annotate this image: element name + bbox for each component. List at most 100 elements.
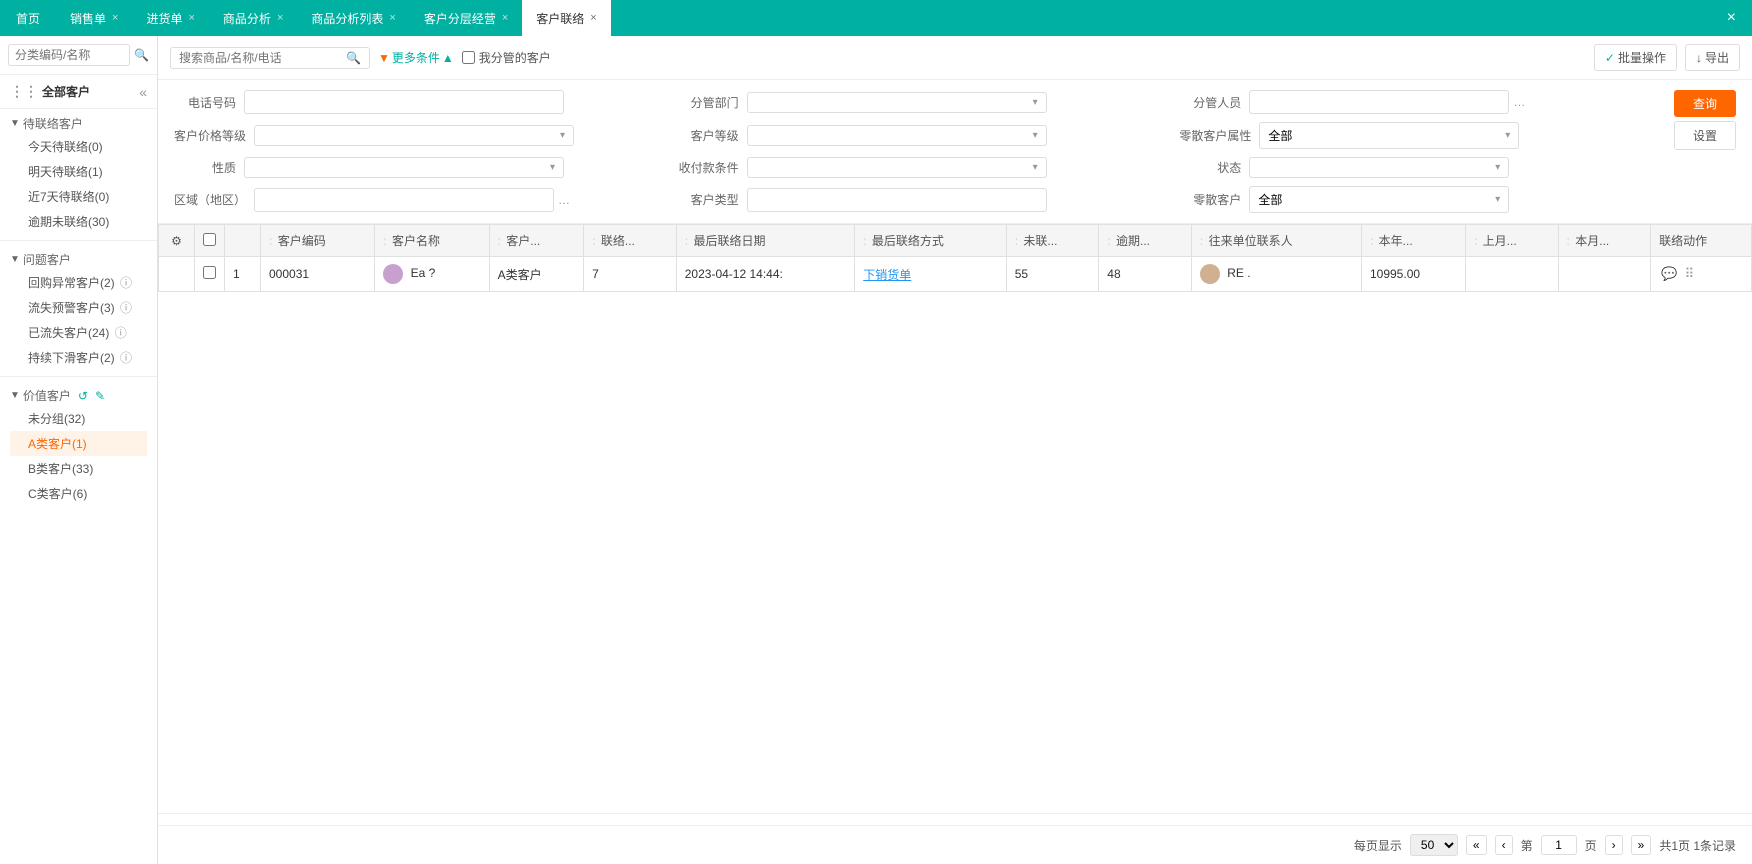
batch-ops-btn[interactable]: ✓ 批量操作 <box>1594 44 1677 71</box>
region-input[interactable] <box>254 188 554 212</box>
table-settings-icon[interactable]: ⚙ <box>171 234 182 248</box>
nav-item-purchase[interactable]: 进货单 × <box>132 0 208 36</box>
sidebar-divider-2 <box>0 376 157 377</box>
th-unit-contact[interactable]: 往来单位联系人 <box>1191 225 1361 257</box>
prev-page-btn[interactable]: ‹ <box>1495 835 1513 855</box>
nav-item-customer-segment[interactable]: 客户分层经营 × <box>410 0 522 36</box>
sidebar-item-repurchase-anomaly[interactable]: 回购异常客户(2) ⓘ <box>10 270 147 295</box>
page-input[interactable] <box>1541 835 1577 855</box>
export-btn[interactable]: ↓ 导出 <box>1685 44 1740 71</box>
nav-close-purchase[interactable]: × <box>188 12 194 24</box>
th-not-contacted[interactable]: 未联... <box>1006 225 1099 257</box>
customer-level-select[interactable]: ▾ <box>747 125 1047 146</box>
my-customers-checkbox-label[interactable]: 我分管的客户 <box>462 49 551 66</box>
row-qr-icon[interactable]: ⠿ <box>1685 266 1695 281</box>
sidebar-item-tomorrow[interactable]: 明天待联络(1) <box>10 159 147 184</box>
row-chat-icon[interactable]: 💬 <box>1661 266 1677 281</box>
sidebar-group-value-title[interactable]: ▼ 价值客户 ↺ ✎ <box>10 387 147 404</box>
th-contacts[interactable]: 联络... <box>584 225 677 257</box>
row-name: Ea ? <box>411 266 436 280</box>
th-action: 联络动作 <box>1651 225 1752 257</box>
sidebar-group-problem-title[interactable]: ▼ 问题客户 <box>10 251 147 268</box>
nav-item-product-analysis[interactable]: 商品分析 × <box>209 0 297 36</box>
nav-close-product-list[interactable]: × <box>389 12 395 24</box>
nav-close-all-icon[interactable]: × <box>1727 9 1736 27</box>
th-last-month[interactable]: 上月... <box>1465 225 1558 257</box>
row-code: 000031 <box>269 267 309 281</box>
value-edit-icon[interactable]: ✎ <box>95 389 105 403</box>
sidebar-class-b-label: B类客户(33) <box>28 462 93 476</box>
filter-more-label: 更多条件 <box>392 49 440 66</box>
retail-customer-select[interactable]: 全部 ▾ <box>1249 186 1509 213</box>
filter-search-input[interactable] <box>179 51 346 65</box>
sidebar-item-class-c[interactable]: C类客户(6) <box>10 481 147 506</box>
manager-input[interactable] <box>1249 90 1509 114</box>
filter-field-status: 状态 ▾ <box>1179 157 1658 178</box>
sidebar-search-input[interactable] <box>8 44 130 66</box>
query-btn[interactable]: 查询 <box>1674 90 1736 117</box>
value-refresh-icon[interactable]: ↺ <box>78 389 88 403</box>
sidebar-header-title: ⋮⋮ 全部客户 <box>10 83 90 100</box>
nav-item-customer-contact[interactable]: 客户联络 × <box>522 0 610 36</box>
sidebar-item-7days[interactable]: 近7天待联络(0) <box>10 184 147 209</box>
nav-close-customer-segment[interactable]: × <box>502 12 508 24</box>
region-dots[interactable]: … <box>558 193 570 207</box>
nav-close-customer-contact[interactable]: × <box>590 12 596 24</box>
sidebar-item-class-b[interactable]: B类客户(33) <box>10 456 147 481</box>
sidebar-item-churn-warning[interactable]: 流失预警客户(3) ⓘ <box>10 295 147 320</box>
sidebar-item-unclassified[interactable]: 未分组(32) <box>10 406 147 431</box>
price-level-select[interactable]: ▾ <box>254 125 574 146</box>
sidebar-item-today[interactable]: 今天待联络(0) <box>10 134 147 159</box>
sidebar-group-pending-title[interactable]: ▼ 待联络客户 <box>10 115 147 132</box>
first-page-btn[interactable]: « <box>1466 835 1487 855</box>
th-last-contact-date[interactable]: 最后联络日期 <box>676 225 854 257</box>
adv-filter-row3: 性质 ▾ 收付款条件 ▾ <box>174 157 1658 178</box>
sidebar-search-icon[interactable]: 🔍 <box>134 48 149 62</box>
th-this-year[interactable]: 本年... <box>1361 225 1465 257</box>
th-category[interactable]: 客户... <box>489 225 584 257</box>
sidebar-item-overdue[interactable]: 逾期未联络(30) <box>10 209 147 234</box>
th-last-method-label: 最后联络方式 <box>872 234 944 248</box>
row-checkbox[interactable] <box>203 266 216 279</box>
th-code[interactable]: 客户编码 <box>261 225 375 257</box>
nav-item-home[interactable]: 首页 <box>0 0 56 36</box>
retail-attr-select[interactable]: 全部 ▾ <box>1259 122 1519 149</box>
th-last-contact-method[interactable]: 最后联络方式 <box>855 225 1007 257</box>
th-name[interactable]: 客户名称 <box>375 225 489 257</box>
page-suffix: 页 <box>1585 837 1597 854</box>
sidebar-group-value: ▼ 价值客户 ↺ ✎ 未分组(32) A类客户(1) B类客户(33) C类客户… <box>0 381 157 508</box>
sidebar-item-churned[interactable]: 已流失客户(24) ⓘ <box>10 320 147 345</box>
th-settings[interactable]: ⚙ <box>159 225 195 257</box>
th-name-label: 客户名称 <box>392 234 440 248</box>
per-page-select[interactable]: 50 <box>1410 834 1458 856</box>
filter-field-phone: 电话号码 <box>174 90 653 114</box>
nature-select[interactable]: ▾ <box>244 157 564 178</box>
dept-select[interactable]: ▾ <box>747 92 1047 113</box>
filter-more-btn[interactable]: ▼ 更多条件 ▲ <box>378 49 454 66</box>
payment-select[interactable]: ▾ <box>747 157 1047 178</box>
my-customers-checkbox[interactable] <box>462 51 475 64</box>
filter-search-icon[interactable]: 🔍 <box>346 51 361 65</box>
h-scroll-area[interactable] <box>158 813 1752 825</box>
last-page-btn[interactable]: » <box>1631 835 1652 855</box>
th-overdue[interactable]: 逾期... <box>1099 225 1192 257</box>
sidebar-collapse-btn[interactable]: « <box>139 84 147 100</box>
next-page-btn[interactable]: › <box>1605 835 1623 855</box>
phone-input[interactable] <box>244 90 564 114</box>
row-last-method[interactable]: 下销货单 <box>863 268 911 282</box>
settings-btn[interactable]: 设置 <box>1674 121 1736 150</box>
table-select-all[interactable] <box>203 233 216 246</box>
th-this-month[interactable]: 本月... <box>1558 225 1651 257</box>
dept-label: 分管部门 <box>677 94 747 111</box>
sidebar-item-declining[interactable]: 持续下滑客户(2) ⓘ <box>10 345 147 370</box>
manager-dots[interactable]: … <box>1513 95 1525 109</box>
nav-item-sales[interactable]: 销售单 × <box>56 0 132 36</box>
nav-close-product-analysis[interactable]: × <box>277 12 283 24</box>
customer-type-input[interactable] <box>747 188 1047 212</box>
info-icon-3: ⓘ <box>120 351 132 365</box>
nav-close-sales[interactable]: × <box>112 12 118 24</box>
manager-label: 分管人员 <box>1179 94 1249 111</box>
sidebar-item-class-a[interactable]: A类客户(1) <box>10 431 147 456</box>
status-select[interactable]: ▾ <box>1249 157 1509 178</box>
nav-item-product-list[interactable]: 商品分析列表 × <box>297 0 409 36</box>
